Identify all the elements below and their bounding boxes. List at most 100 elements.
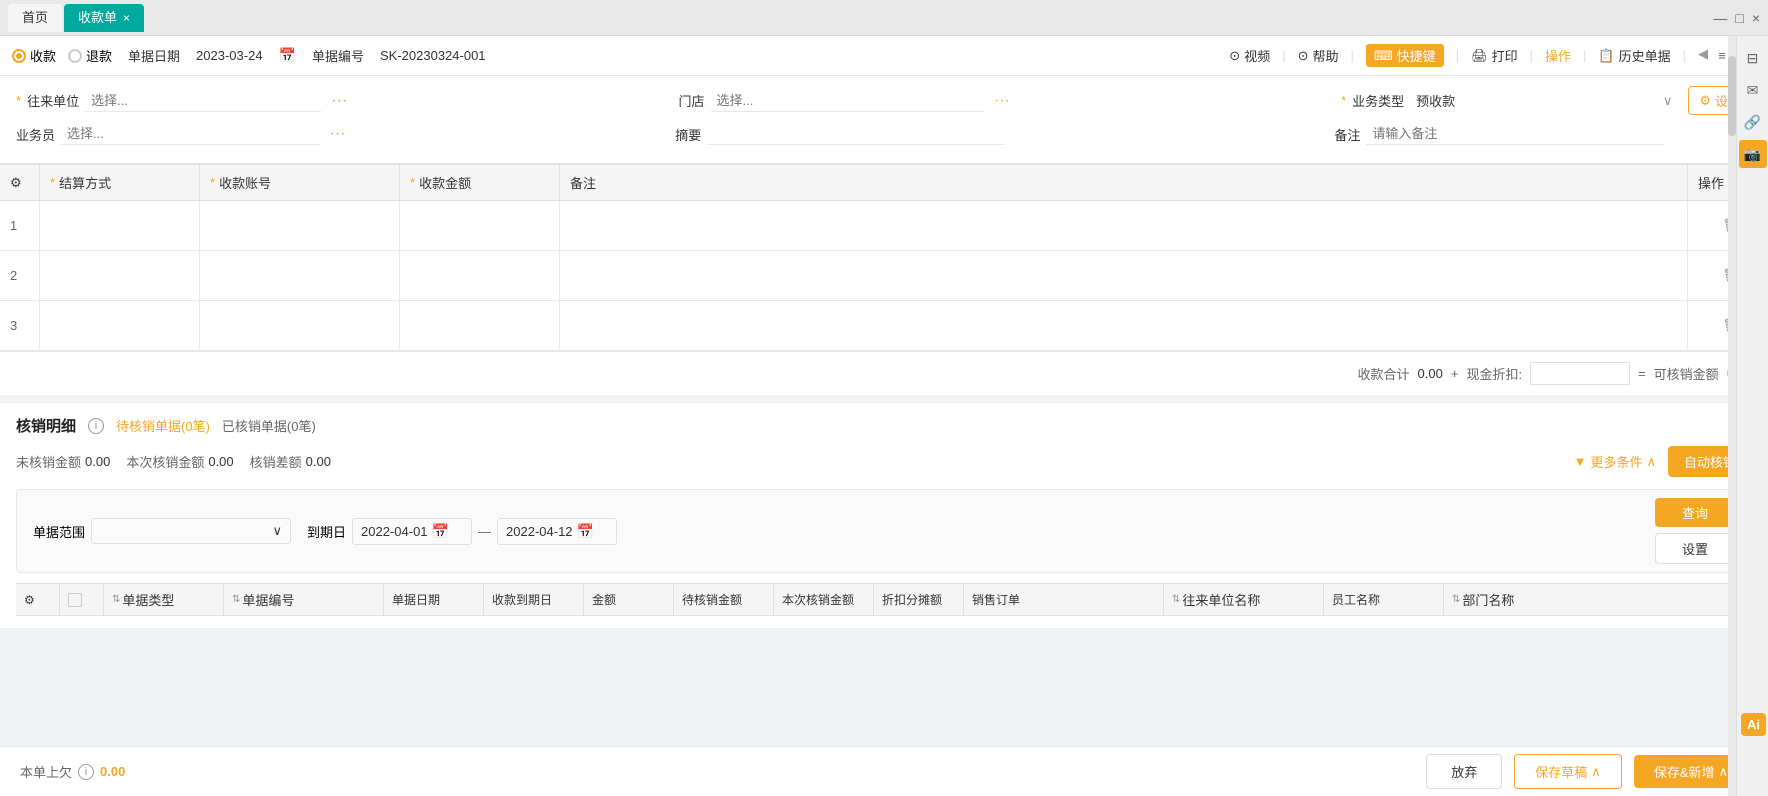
window-close-icon[interactable]: × <box>1752 10 1760 26</box>
help-label: 帮助 <box>1313 46 1339 65</box>
radio-receive[interactable]: 收款 <box>12 46 56 65</box>
store-input[interactable] <box>711 90 984 112</box>
salesperson-more-btn[interactable]: ··· <box>330 125 346 143</box>
td-settlement-1[interactable] <box>40 201 200 250</box>
summary-input[interactable] <box>707 123 1005 145</box>
plus-sign: + <box>1451 366 1459 381</box>
td-amount-1[interactable] <box>400 201 560 250</box>
bth-type: ⇅ 单据类型 <box>104 584 224 615</box>
salesperson-label: 业务员 <box>16 125 55 144</box>
history-btn[interactable]: 📋 历史单据 <box>1598 46 1670 65</box>
filter-settings-btn[interactable]: 设置 <box>1655 533 1735 564</box>
pending-tab[interactable]: 待核销单据(0笔) <box>116 416 210 435</box>
date-from-value: 2022-04-01 <box>361 524 428 539</box>
video-btn[interactable]: ⊙ 视频 <box>1229 46 1270 65</box>
note-input[interactable] <box>1366 123 1664 145</box>
salesperson-input[interactable] <box>61 123 320 145</box>
radio-receive-dot <box>12 49 26 63</box>
shortcut-btn[interactable]: ⌨ 快捷键 <box>1366 44 1444 67</box>
partner-required: * <box>16 93 21 108</box>
diff-label: 核销差额 <box>250 452 302 471</box>
bth-partner: ⇅ 往来单位名称 <box>1164 584 1324 615</box>
bth-no: ⇅ 单据编号 <box>224 584 384 615</box>
save-draft-btn[interactable]: 保存草稿 ∧ <box>1514 754 1622 789</box>
tab-receipt[interactable]: 收款单 × <box>64 4 144 32</box>
business-dropdown-icon[interactable]: ∨ <box>1663 93 1673 109</box>
bottom-amount-label: 本单上欠 <box>20 762 72 781</box>
range-select[interactable]: ∨ <box>91 518 291 544</box>
tab-close-icon[interactable]: × <box>123 4 130 32</box>
td-note-1[interactable] <box>560 201 1688 250</box>
unchecked-label: 未核销金额 <box>16 452 81 471</box>
abandon-btn[interactable]: 放弃 <box>1426 754 1502 789</box>
table-footer: 收款合计 0.00 + 现金折扣: = 可核销金额 0.00 <box>0 351 1768 395</box>
query-btn[interactable]: 查询 <box>1655 498 1735 527</box>
sidebar-table-icon[interactable]: ⊟ <box>1739 44 1767 72</box>
current-amount: 本次核销金额 0.00 <box>126 452 233 471</box>
td-note-3[interactable] <box>560 301 1688 350</box>
doc-no-value: SK-20230324-001 <box>380 48 486 63</box>
print-icon: 🖨 <box>1471 48 1488 64</box>
date-from-input[interactable]: 2022-04-01 📅 <box>352 518 472 545</box>
summary-label: 摘要 <box>675 125 701 144</box>
unchecked-amount: 未核销金额 0.00 <box>16 452 110 471</box>
bth-settings[interactable]: ⚙ <box>16 584 60 615</box>
bth-discount: 折扣分摊额 <box>874 584 964 615</box>
history-label: 历史单据 <box>1619 46 1671 65</box>
help-icon: ⊙ <box>1298 48 1309 64</box>
done-tab[interactable]: 已核销单据(0笔) <box>222 416 316 435</box>
sidebar-mail-icon[interactable]: ✉ <box>1739 76 1767 104</box>
tab-home[interactable]: 首页 <box>8 4 62 32</box>
bth-pending: 待核销金额 <box>674 584 774 615</box>
td-account-2[interactable] <box>200 251 400 300</box>
sidebar-link-icon[interactable]: 🔗 <box>1739 108 1767 136</box>
calendar-to-icon[interactable]: 📅 <box>577 523 594 540</box>
help-btn[interactable]: ⊙ 帮助 <box>1298 46 1339 65</box>
bth-date: 单据日期 <box>384 584 484 615</box>
ai-btn[interactable]: Ai <box>1741 713 1766 736</box>
td-num-2: 2 <box>0 251 40 300</box>
select-all-checkbox[interactable] <box>68 593 82 607</box>
more-conditions-btn[interactable]: ▼ 更多条件 ∧ <box>1574 452 1656 471</box>
video-icon: ⊙ <box>1229 48 1240 64</box>
radio-refund[interactable]: 退款 <box>68 46 112 65</box>
th-settings[interactable]: ⚙ <box>0 165 40 200</box>
td-note-2[interactable] <box>560 251 1688 300</box>
bth-check[interactable] <box>60 584 104 615</box>
sort-icon: ⇅ <box>112 594 120 605</box>
business-type-label: 业务类型 <box>1352 91 1404 110</box>
calendar-from-icon[interactable]: 📅 <box>432 523 449 540</box>
store-more-btn[interactable]: ··· <box>994 92 1010 110</box>
maximize-icon[interactable]: □ <box>1735 10 1743 26</box>
bottom-info-icon[interactable]: i <box>78 764 94 780</box>
sidebar-camera-icon[interactable]: 📷 <box>1739 140 1767 168</box>
td-settlement-2[interactable] <box>40 251 200 300</box>
receipt-refund-toggle: 收款 退款 <box>12 46 112 65</box>
diff-amount: 核销差额 0.00 <box>250 452 331 471</box>
bth-amount: 金额 <box>584 584 674 615</box>
discount-label: 现金折扣: <box>1466 364 1522 383</box>
td-amount-3[interactable] <box>400 301 560 350</box>
td-account-3[interactable] <box>200 301 400 350</box>
td-amount-2[interactable] <box>400 251 560 300</box>
date-to-input[interactable]: 2022-04-12 📅 <box>497 518 617 545</box>
scrollbar-thumb[interactable] <box>1728 56 1736 136</box>
doc-date-value: 2023-03-24 <box>196 48 263 63</box>
calendar-icon[interactable]: 📅 <box>279 47 296 64</box>
partner-more-btn[interactable]: ··· <box>331 92 347 110</box>
bth-dept: ⇅ 部门名称 <box>1444 584 1564 615</box>
td-settlement-3[interactable] <box>40 301 200 350</box>
info-icon[interactable]: i <box>88 418 104 434</box>
td-account-1[interactable] <box>200 201 400 250</box>
prev-icon[interactable]: ◀ <box>1698 46 1708 66</box>
operate-btn[interactable]: 操作 <box>1545 46 1571 65</box>
amount-label: 收款合计 <box>1358 364 1410 383</box>
partner-input[interactable] <box>85 90 321 112</box>
scrollbar-area <box>1728 36 1736 796</box>
toolbar: 收款 退款 单据日期 2023-03-24 📅 单据编号 SK-20230324… <box>0 36 1768 76</box>
discount-input[interactable] <box>1530 362 1630 385</box>
filter-icon: ▼ <box>1574 454 1587 469</box>
bottom-right: 放弃 保存草稿 ∧ 保存&新增 ∧ <box>1426 754 1748 789</box>
print-btn[interactable]: 🖨 打印 <box>1471 46 1518 65</box>
minimize-icon[interactable]: — <box>1713 10 1727 26</box>
